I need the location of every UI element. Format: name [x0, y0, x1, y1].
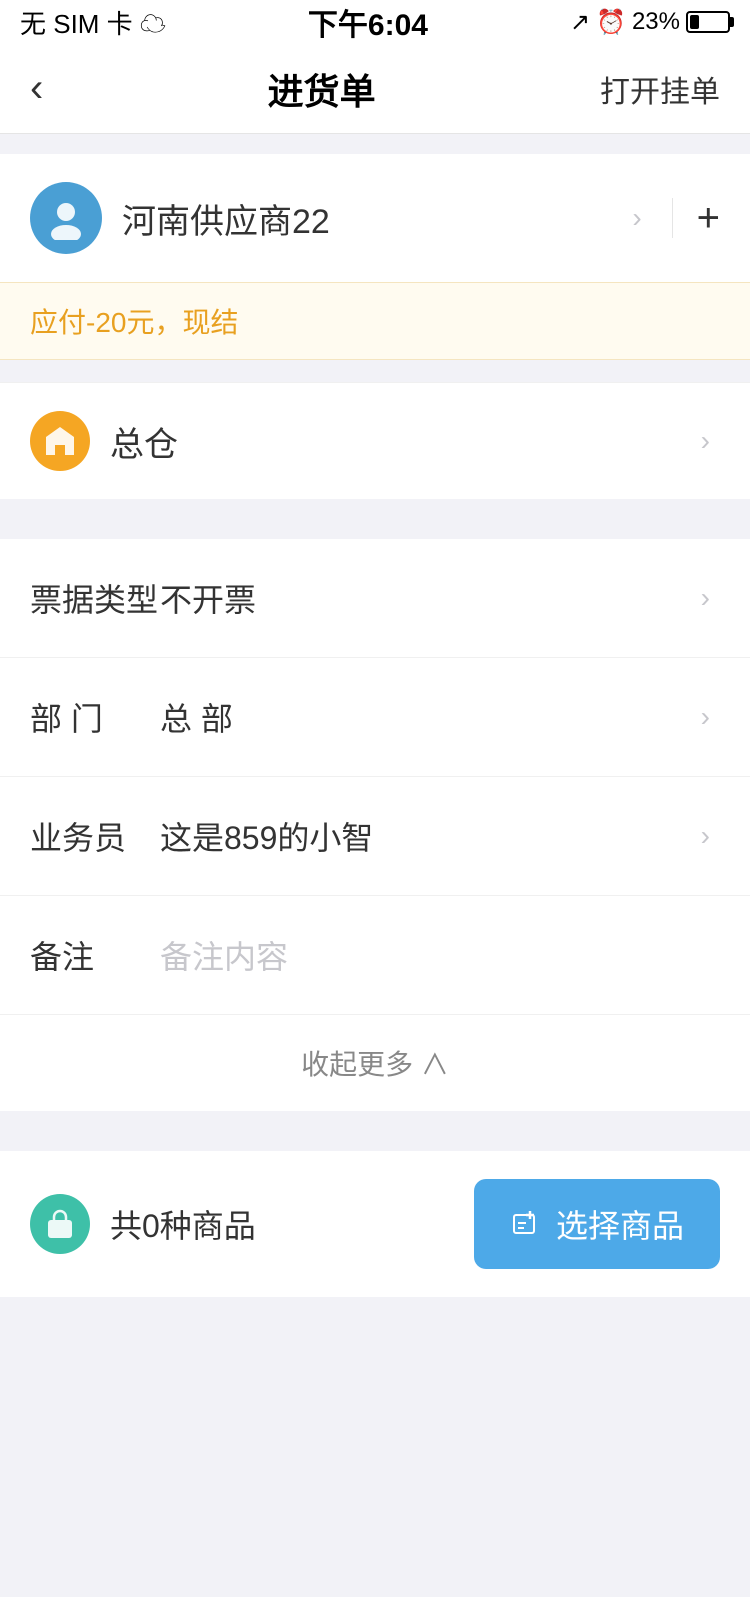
salesperson-label: 业务员: [30, 813, 160, 859]
warehouse-name: 总仓: [110, 417, 701, 466]
section-divider-3: [0, 499, 750, 519]
sim-status: 无 SIM 卡 ☁: [20, 4, 166, 41]
supplier-name: 河南供应商22: [122, 194, 632, 243]
open-pending-button[interactable]: 打开挂单: [600, 67, 720, 111]
invoice-type-chevron-icon: ›: [701, 582, 710, 614]
section-divider-2: [0, 360, 750, 380]
page-title: 进货单: [268, 63, 376, 115]
page-background: [0, 1297, 750, 1597]
supplier-row[interactable]: 河南供应商22 › +: [0, 154, 750, 282]
status-bar: 无 SIM 卡 ☁ 下午6:04 ↗ ⏰ 23%: [0, 0, 750, 44]
status-right: ↗ ⏰ 23%: [570, 8, 730, 37]
select-product-button[interactable]: 选择商品: [474, 1179, 720, 1269]
department-label: 部 门: [30, 694, 160, 740]
warehouse-row[interactable]: 总仓 ›: [0, 382, 750, 499]
battery-percent: 23%: [632, 8, 680, 36]
status-time: 下午6:04: [308, 0, 428, 44]
supplier-section: 河南供应商22 › + 应付-20元，现结: [0, 154, 750, 360]
warehouse-section: 总仓 ›: [0, 382, 750, 499]
warehouse-chevron-icon: ›: [701, 425, 710, 457]
salesperson-chevron-icon: ›: [701, 820, 710, 852]
form-section: 票据类型 不开票 › 部 门 总 部 › 业务员 这是859的小智 › 备注 备…: [0, 539, 750, 1014]
invoice-type-row[interactable]: 票据类型 不开票 ›: [0, 539, 750, 658]
department-value: 总 部: [160, 694, 701, 740]
bottom-bar: 共0种商品 选择商品: [0, 1151, 750, 1297]
select-product-label: 选择商品: [556, 1201, 684, 1247]
invoice-type-value: 不开票: [160, 575, 701, 621]
status-left: 无 SIM 卡 ☁: [20, 4, 166, 41]
product-count-text: 共0种商品: [110, 1201, 256, 1247]
department-row[interactable]: 部 门 总 部 ›: [0, 658, 750, 777]
nav-bar: ‹ 进货单 打开挂单: [0, 44, 750, 134]
collapse-label: 收起更多 ∧: [301, 1043, 449, 1083]
bag-icon: [42, 1206, 78, 1242]
supplier-chevron-icon: ›: [632, 202, 641, 234]
section-divider-1: [0, 134, 750, 154]
collapse-bar[interactable]: 收起更多 ∧: [0, 1014, 750, 1111]
salesperson-value: 这是859的小智: [160, 813, 701, 859]
warehouse-svg-icon: [42, 423, 78, 459]
select-product-icon: [510, 1207, 544, 1241]
battery-icon: [686, 11, 730, 33]
warehouse-icon: [30, 411, 90, 471]
alarm-icon: ⏰: [596, 8, 626, 37]
remark-label: 备注: [30, 932, 160, 978]
person-icon: [44, 196, 88, 240]
supplier-avatar: [30, 182, 102, 254]
location-icon: ↗: [570, 8, 590, 37]
notice-bar: 应付-20元，现结: [0, 282, 750, 360]
remark-row[interactable]: 备注 备注内容: [0, 896, 750, 1014]
department-chevron-icon: ›: [701, 701, 710, 733]
section-divider-4: [0, 1111, 750, 1131]
salesperson-row[interactable]: 业务员 这是859的小智 ›: [0, 777, 750, 896]
back-button[interactable]: ‹: [30, 66, 43, 111]
product-icon: [30, 1194, 90, 1254]
product-count-area: 共0种商品: [30, 1194, 256, 1254]
invoice-type-label: 票据类型: [30, 575, 160, 621]
notice-text: 应付-20元，现结: [30, 307, 238, 338]
add-supplier-button[interactable]: +: [672, 198, 720, 238]
remark-placeholder[interactable]: 备注内容: [160, 932, 720, 978]
